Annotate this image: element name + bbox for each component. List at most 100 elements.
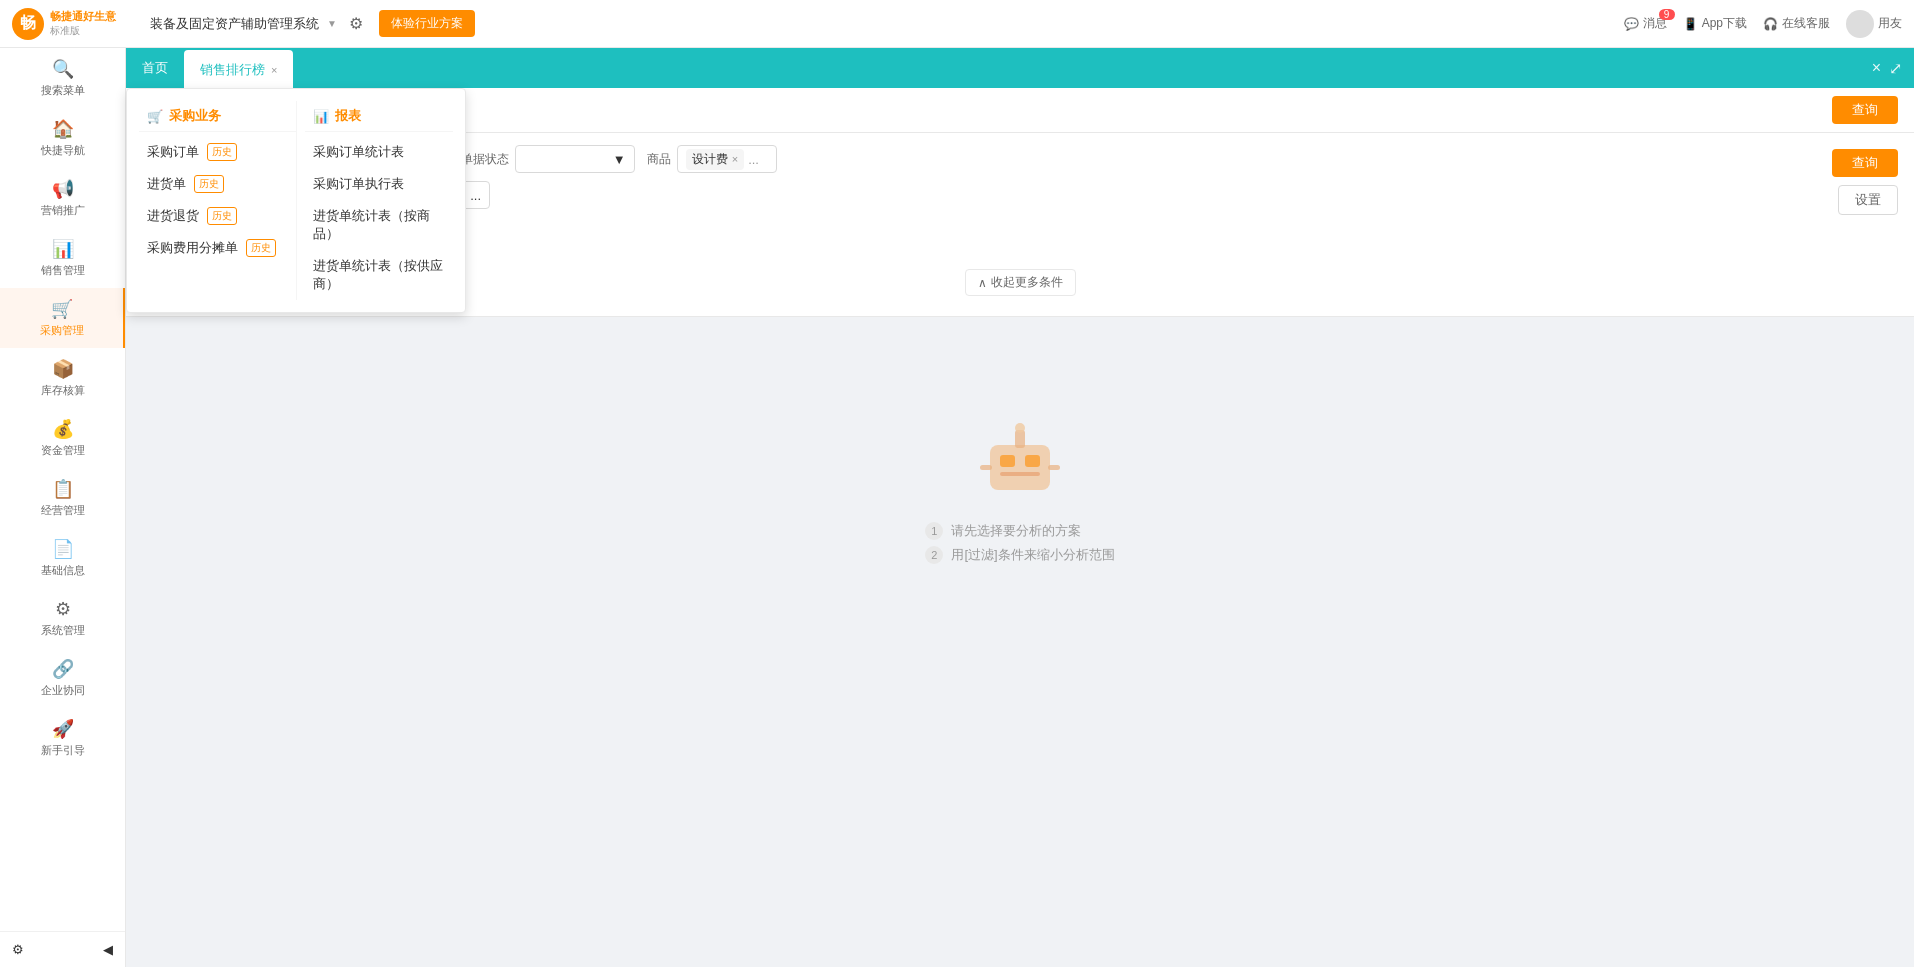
sidebar-item-operations[interactable]: 📋 经营管理 bbox=[0, 468, 125, 528]
svg-rect-6 bbox=[980, 465, 992, 470]
query-button-right[interactable]: 查询 bbox=[1832, 149, 1898, 177]
purchase-expense-history[interactable]: 历史 bbox=[246, 239, 276, 257]
empty-state: 1 请先选择要分析的方案 2 用[过滤]条件来缩小分析范围 bbox=[126, 317, 1914, 667]
sidebar-settings-icon[interactable]: ⚙ bbox=[12, 942, 24, 957]
search-icon: 🔍 bbox=[52, 58, 74, 80]
goods-ellipsis[interactable]: ... bbox=[748, 152, 759, 167]
goods-return-history[interactable]: 历史 bbox=[207, 207, 237, 225]
business-header-label: 采购业务 bbox=[169, 107, 221, 125]
collapse-arrow-icon: ∧ bbox=[978, 276, 987, 290]
query-button[interactable]: 查询 bbox=[1832, 96, 1898, 124]
purchase-order-label: 采购订单 bbox=[147, 143, 199, 161]
goods-stats-by-supplier-item[interactable]: 进货单统计表（按供应商） bbox=[305, 250, 453, 300]
goods-receipt-history[interactable]: 历史 bbox=[194, 175, 224, 193]
svg-rect-2 bbox=[1025, 455, 1040, 467]
enterprise-icon: 🔗 bbox=[52, 658, 74, 680]
online-service-item[interactable]: 🎧 在线客服 bbox=[1763, 15, 1830, 32]
svg-rect-0 bbox=[990, 445, 1050, 490]
goods-return-item[interactable]: 进货退货 历史 bbox=[139, 200, 296, 232]
right-panel: 查询 设置 bbox=[1832, 145, 1898, 215]
purchase-order-exec-item[interactable]: 采购订单执行表 bbox=[305, 168, 453, 200]
settings-button[interactable]: 设置 bbox=[1838, 185, 1898, 215]
goods-label: 商品 bbox=[647, 151, 671, 168]
empty-svg bbox=[960, 420, 1080, 510]
window-close-icon[interactable]: × bbox=[1872, 59, 1881, 77]
sidebar-label-inventory: 库存核算 bbox=[41, 383, 85, 398]
purchase-order-stats-item[interactable]: 采购订单统计表 bbox=[305, 136, 453, 168]
system-title: 装备及固定资产辅助管理系统 ▼ ⚙ 体验行业方案 bbox=[150, 10, 475, 37]
purchase-expense-item[interactable]: 采购费用分摊单 历史 bbox=[139, 232, 296, 264]
tab-sales-rank[interactable]: 销售排行榜 × bbox=[184, 50, 293, 90]
goods-stats-by-product-item[interactable]: 进货单统计表（按商品） bbox=[305, 200, 453, 250]
phone-icon: 📱 bbox=[1683, 17, 1698, 31]
guide-icon: 🚀 bbox=[52, 718, 74, 740]
sidebar-label-operations: 经营管理 bbox=[41, 503, 85, 518]
collapse-button[interactable]: ∧ 收起更多条件 bbox=[965, 269, 1076, 296]
purchase-expense-label: 采购费用分摊单 bbox=[147, 239, 238, 257]
tab-close-icon[interactable]: × bbox=[271, 64, 277, 76]
empty-step-2: 2 用[过滤]条件来缩小分析范围 bbox=[925, 546, 1114, 564]
sidebar-item-inventory[interactable]: 📦 库存核算 bbox=[0, 348, 125, 408]
app-download-label: App下载 bbox=[1702, 15, 1747, 32]
sidebar-item-search[interactable]: 🔍 搜索菜单 bbox=[0, 48, 125, 108]
goods-receipt-item[interactable]: 进货单 历史 bbox=[139, 168, 296, 200]
goods-tag: 设计费 × bbox=[686, 149, 744, 170]
purchase-order-exec-label: 采购订单执行表 bbox=[313, 175, 404, 193]
svg-rect-7 bbox=[1048, 465, 1060, 470]
sidebar-item-enterprise[interactable]: 🔗 企业协同 bbox=[0, 648, 125, 708]
tab-home[interactable]: 首页 bbox=[126, 48, 184, 88]
goods-return-label: 进货退货 bbox=[147, 207, 199, 225]
online-service-label: 在线客服 bbox=[1782, 15, 1830, 32]
sidebar-item-purchase[interactable]: 🛒 采购管理 bbox=[0, 288, 125, 348]
tab-sales-rank-label: 销售排行榜 bbox=[200, 61, 265, 79]
purchase-order-history[interactable]: 历史 bbox=[207, 143, 237, 161]
goods-receipt-label: 进货单 bbox=[147, 175, 186, 193]
sidebar-collapse-icon[interactable]: ◀ bbox=[103, 942, 113, 957]
sidebar-item-quick-nav[interactable]: 🏠 快捷导航 bbox=[0, 108, 125, 168]
settings-icon[interactable]: ⚙ bbox=[349, 14, 363, 33]
voucher-status-label: 单据状态 bbox=[461, 151, 509, 168]
avatar bbox=[1846, 10, 1874, 38]
marketing-icon: 📢 bbox=[52, 178, 74, 200]
headset-icon: 🎧 bbox=[1763, 17, 1778, 31]
sidebar-item-marketing[interactable]: 📢 营销推广 bbox=[0, 168, 125, 228]
top-right-area: 💬 消息 9 📱 App下载 🎧 在线客服 用友 bbox=[1624, 10, 1902, 38]
user-item[interactable]: 用友 bbox=[1846, 10, 1902, 38]
message-icon: 💬 bbox=[1624, 17, 1639, 31]
goods-tag-close[interactable]: × bbox=[732, 153, 738, 165]
report-header: 📊 报表 bbox=[305, 101, 453, 132]
sidebar-label-guide: 新手引导 bbox=[41, 743, 85, 758]
purchase-order-item[interactable]: 采购订单 历史 bbox=[139, 136, 296, 168]
sales-icon: 📊 bbox=[52, 238, 74, 260]
tab-home-label: 首页 bbox=[142, 59, 168, 77]
logo-area: 畅 畅捷通好生意 标准版 bbox=[12, 8, 138, 40]
window-expand-icon[interactable]: ⤢ bbox=[1889, 59, 1902, 78]
purchase-dropdown-menu: 🛒 采购业务 采购订单 历史 进货单 历史 进货退货 历史 采购费用分摊单 历史 bbox=[126, 88, 466, 313]
svg-rect-1 bbox=[1000, 455, 1015, 467]
voucher-status-select[interactable]: ▼ bbox=[515, 145, 635, 173]
sidebar-label-enterprise: 企业协同 bbox=[41, 683, 85, 698]
sidebar-item-system[interactable]: ⚙ 系统管理 bbox=[0, 588, 125, 648]
step2-text: 用[过滤]条件来缩小分析范围 bbox=[951, 546, 1114, 564]
sidebar: 🔍 搜索菜单 🏠 快捷导航 📢 营销推广 📊 销售管理 🛒 采购管理 📦 bbox=[0, 48, 126, 967]
sidebar-item-capital[interactable]: 💰 资金管理 bbox=[0, 408, 125, 468]
business-header: 🛒 采购业务 bbox=[139, 101, 296, 132]
svg-rect-3 bbox=[1000, 472, 1040, 476]
top-bar: 畅 畅捷通好生意 标准版 装备及固定资产辅助管理系统 ▼ ⚙ 体验行业方案 💬 … bbox=[0, 0, 1914, 48]
message-item[interactable]: 💬 消息 9 bbox=[1624, 15, 1667, 32]
home-icon: 🏠 bbox=[52, 118, 74, 140]
app-download-item[interactable]: 📱 App下载 bbox=[1683, 15, 1747, 32]
industry-button[interactable]: 体验行业方案 bbox=[379, 10, 475, 37]
goods-input[interactable]: 设计费 × ... bbox=[677, 145, 777, 173]
sidebar-label-basic-info: 基础信息 bbox=[41, 563, 85, 578]
sidebar-item-guide[interactable]: 🚀 新手引导 bbox=[0, 708, 125, 768]
step1-text: 请先选择要分析的方案 bbox=[951, 522, 1081, 540]
sidebar-label-search: 搜索菜单 bbox=[41, 83, 85, 98]
salesperson-ellipsis[interactable]: ... bbox=[470, 188, 481, 203]
sidebar-label-quick-nav: 快捷导航 bbox=[41, 143, 85, 158]
sidebar-item-basic-info[interactable]: 📄 基础信息 bbox=[0, 528, 125, 588]
svg-point-5 bbox=[1015, 423, 1025, 433]
system-name: 装备及固定资产辅助管理系统 bbox=[150, 15, 319, 33]
dropdown-arrow-icon[interactable]: ▼ bbox=[327, 18, 337, 29]
sidebar-item-sales[interactable]: 📊 销售管理 bbox=[0, 228, 125, 288]
